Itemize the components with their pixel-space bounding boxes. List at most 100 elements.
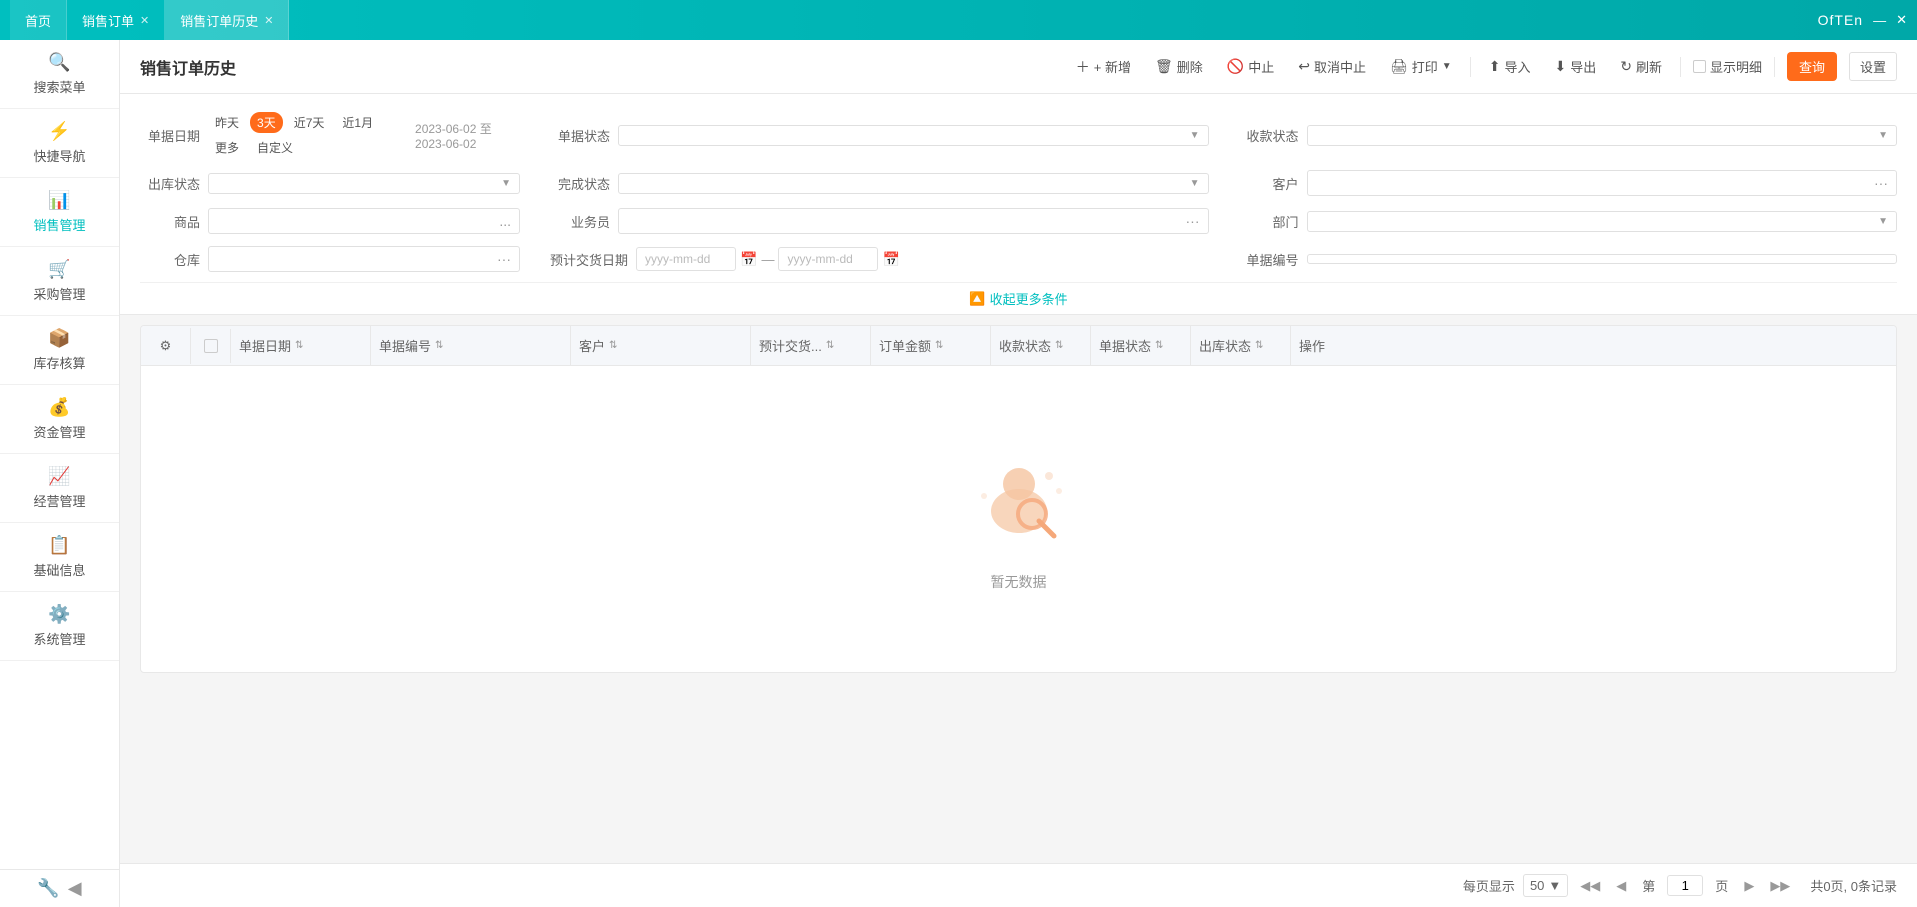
tab-sales-order-close[interactable]: ✕: [140, 14, 149, 27]
delivery-date-to[interactable]: yyyy-mm-dd: [778, 247, 878, 271]
delivery-date-to-placeholder: yyyy-mm-dd: [787, 252, 852, 266]
collapse-btn[interactable]: 🔼 收起更多条件: [140, 282, 1897, 314]
delete-button[interactable]: 🗑 删除: [1149, 53, 1209, 80]
date-btn-1month[interactable]: 近1月: [335, 112, 380, 133]
customer-ellipsis[interactable]: ···: [1874, 175, 1888, 191]
next-page-btn[interactable]: ▶: [1740, 876, 1758, 896]
export-button[interactable]: ⬇ 导出: [1548, 53, 1602, 80]
receipt-status-select[interactable]: ▼: [1307, 125, 1898, 146]
delivery-cal-from-icon[interactable]: 📅: [740, 251, 757, 268]
page-number-input[interactable]: [1667, 875, 1703, 896]
warehouse-ellipsis[interactable]: ···: [497, 251, 511, 267]
settings-button[interactable]: 设置: [1849, 52, 1897, 81]
delivery-cal-to-icon[interactable]: 📅: [882, 251, 899, 268]
sidebar-item-base-info[interactable]: 📋 基础信息: [0, 523, 119, 592]
date-btn-more[interactable]: 更多: [208, 137, 246, 158]
filter-row-1: 单据日期 昨天 3天 近7天 近1月 更多 自定义 2023-06-02 至 2…: [140, 106, 1897, 164]
goods-ellipsis[interactable]: ...: [499, 213, 511, 229]
settings-label: 设置: [1860, 57, 1886, 76]
toolbar-divider-1: [1470, 57, 1471, 77]
th-warehouse-label: 出库状态: [1199, 336, 1251, 355]
stop-icon: 🚫: [1227, 58, 1244, 75]
window-minimize[interactable]: —: [1873, 13, 1886, 28]
delivery-date-label: 预计交货日期: [550, 250, 628, 269]
top-bar: 首页 销售订单 ✕ 销售订单历史 ✕ OfTEn — ✕: [0, 0, 1917, 40]
new-icon: ＋: [1076, 57, 1090, 77]
query-button[interactable]: 查询: [1787, 52, 1837, 81]
date-btn-3day[interactable]: 3天: [250, 112, 283, 133]
th-settings[interactable]: ⚙: [141, 328, 191, 364]
sidebar-item-sys-mgmt[interactable]: ⚙️ 系统管理: [0, 592, 119, 661]
th-warehouse-sort[interactable]: ⇅: [1255, 340, 1263, 351]
filter-order-num: 单据编号: [1209, 250, 1898, 269]
stop-button[interactable]: 🚫 中止: [1221, 53, 1280, 80]
th-order-sort[interactable]: ⇅: [1155, 340, 1163, 351]
print-button[interactable]: 🖨 打印 ▼: [1384, 53, 1458, 80]
warehouse-input[interactable]: ···: [208, 246, 520, 272]
page-size-arrow: ▼: [1548, 878, 1561, 893]
first-page-btn[interactable]: ◀◀: [1576, 876, 1604, 896]
sidebar-item-operations[interactable]: 📈 经营管理: [0, 454, 119, 523]
page-size-select[interactable]: 50 ▼: [1523, 874, 1568, 897]
select-all-checkbox[interactable]: [204, 339, 218, 353]
sidebar-item-purchase-mgmt[interactable]: 🛒 采购管理: [0, 247, 119, 316]
complete-status-select[interactable]: ▼: [618, 173, 1209, 194]
th-customer-sort[interactable]: ⇅: [609, 340, 617, 351]
window-close[interactable]: ✕: [1896, 12, 1907, 28]
date-btn-7day[interactable]: 近7天: [287, 112, 332, 133]
import-button[interactable]: ⬆ 导入: [1483, 53, 1537, 80]
refresh-button[interactable]: ↻ 刷新: [1614, 53, 1668, 80]
tab-sales-order[interactable]: 销售订单 ✕: [67, 0, 165, 40]
page-size-label: 每页显示: [1463, 876, 1515, 895]
dept-select[interactable]: ▼: [1307, 211, 1898, 232]
sidebar-item-sys-mgmt-label: 系统管理: [33, 629, 85, 648]
customer-input[interactable]: ···: [1307, 170, 1898, 196]
th-amount-sort[interactable]: ⇅: [935, 340, 943, 351]
sidebar-item-sales-mgmt[interactable]: 📊 销售管理: [0, 178, 119, 247]
customer-label: 客户: [1239, 174, 1299, 193]
th-receipt-sort[interactable]: ⇅: [1055, 340, 1063, 351]
sidebar-item-search-menu[interactable]: 🔍 搜索菜单: [0, 40, 119, 109]
th-date-sort[interactable]: ⇅: [295, 340, 303, 351]
order-status-label: 单据状态: [550, 126, 610, 145]
order-status-select[interactable]: ▼: [618, 125, 1209, 146]
table-area: ⚙ 单据日期 ⇅ 单据编号 ⇅ 客户 ⇅: [120, 315, 1917, 863]
display-checkbox[interactable]: [1693, 60, 1706, 73]
order-num-input[interactable]: [1307, 254, 1898, 264]
tab-sales-order-history-close[interactable]: ✕: [264, 14, 273, 27]
tab-home[interactable]: 首页: [10, 0, 67, 40]
new-button[interactable]: ＋ + 新增: [1070, 53, 1137, 81]
settings-gear-icon: ⚙: [160, 338, 172, 354]
filter-warehouse: 仓库 ···: [140, 246, 520, 272]
th-delivery-sort[interactable]: ⇅: [826, 340, 834, 351]
receipt-status-label: 收款状态: [1239, 126, 1299, 145]
sidebar-item-inventory[interactable]: 📦 库存核算: [0, 316, 119, 385]
cancel-stop-button[interactable]: ↩ 取消中止: [1292, 53, 1372, 80]
sidebar-settings-icon[interactable]: 🔧: [37, 878, 59, 899]
th-checkbox[interactable]: [191, 329, 231, 363]
salesperson-input[interactable]: ···: [618, 208, 1209, 234]
filter-area: 单据日期 昨天 3天 近7天 近1月 更多 自定义 2023-06-02 至 2…: [120, 94, 1917, 315]
cancel-stop-label: 取消中止: [1314, 57, 1366, 76]
tab-sales-order-history[interactable]: 销售订单历史 ✕: [165, 0, 289, 40]
th-warehouse-status: 出库状态 ⇅: [1191, 326, 1291, 365]
page-title: 销售订单历史: [140, 55, 236, 79]
goods-input[interactable]: ...: [208, 208, 520, 234]
export-icon: ⬇: [1554, 58, 1566, 75]
last-page-btn[interactable]: ▶▶: [1766, 876, 1794, 896]
warehouse-status-select[interactable]: ▼: [208, 173, 520, 194]
delivery-date-from[interactable]: yyyy-mm-dd: [636, 247, 736, 271]
display-toggle[interactable]: 显示明细: [1693, 57, 1762, 76]
prev-page-btn[interactable]: ◀: [1612, 876, 1630, 896]
th-num-sort[interactable]: ⇅: [435, 340, 443, 351]
salesperson-ellipsis[interactable]: ···: [1186, 213, 1200, 229]
sidebar-item-quick-nav[interactable]: ⚡ 快捷导航: [0, 109, 119, 178]
date-btn-today[interactable]: 昨天: [208, 112, 246, 133]
table-header: ⚙ 单据日期 ⇅ 单据编号 ⇅ 客户 ⇅: [141, 326, 1896, 366]
sidebar-collapse-icon[interactable]: ◀: [68, 878, 82, 899]
sidebar-item-finance[interactable]: 💰 资金管理: [0, 385, 119, 454]
th-action-label: 操作: [1299, 336, 1325, 355]
date-btn-custom[interactable]: 自定义: [250, 137, 300, 158]
export-label: 导出: [1570, 57, 1596, 76]
dept-label: 部门: [1239, 212, 1299, 231]
